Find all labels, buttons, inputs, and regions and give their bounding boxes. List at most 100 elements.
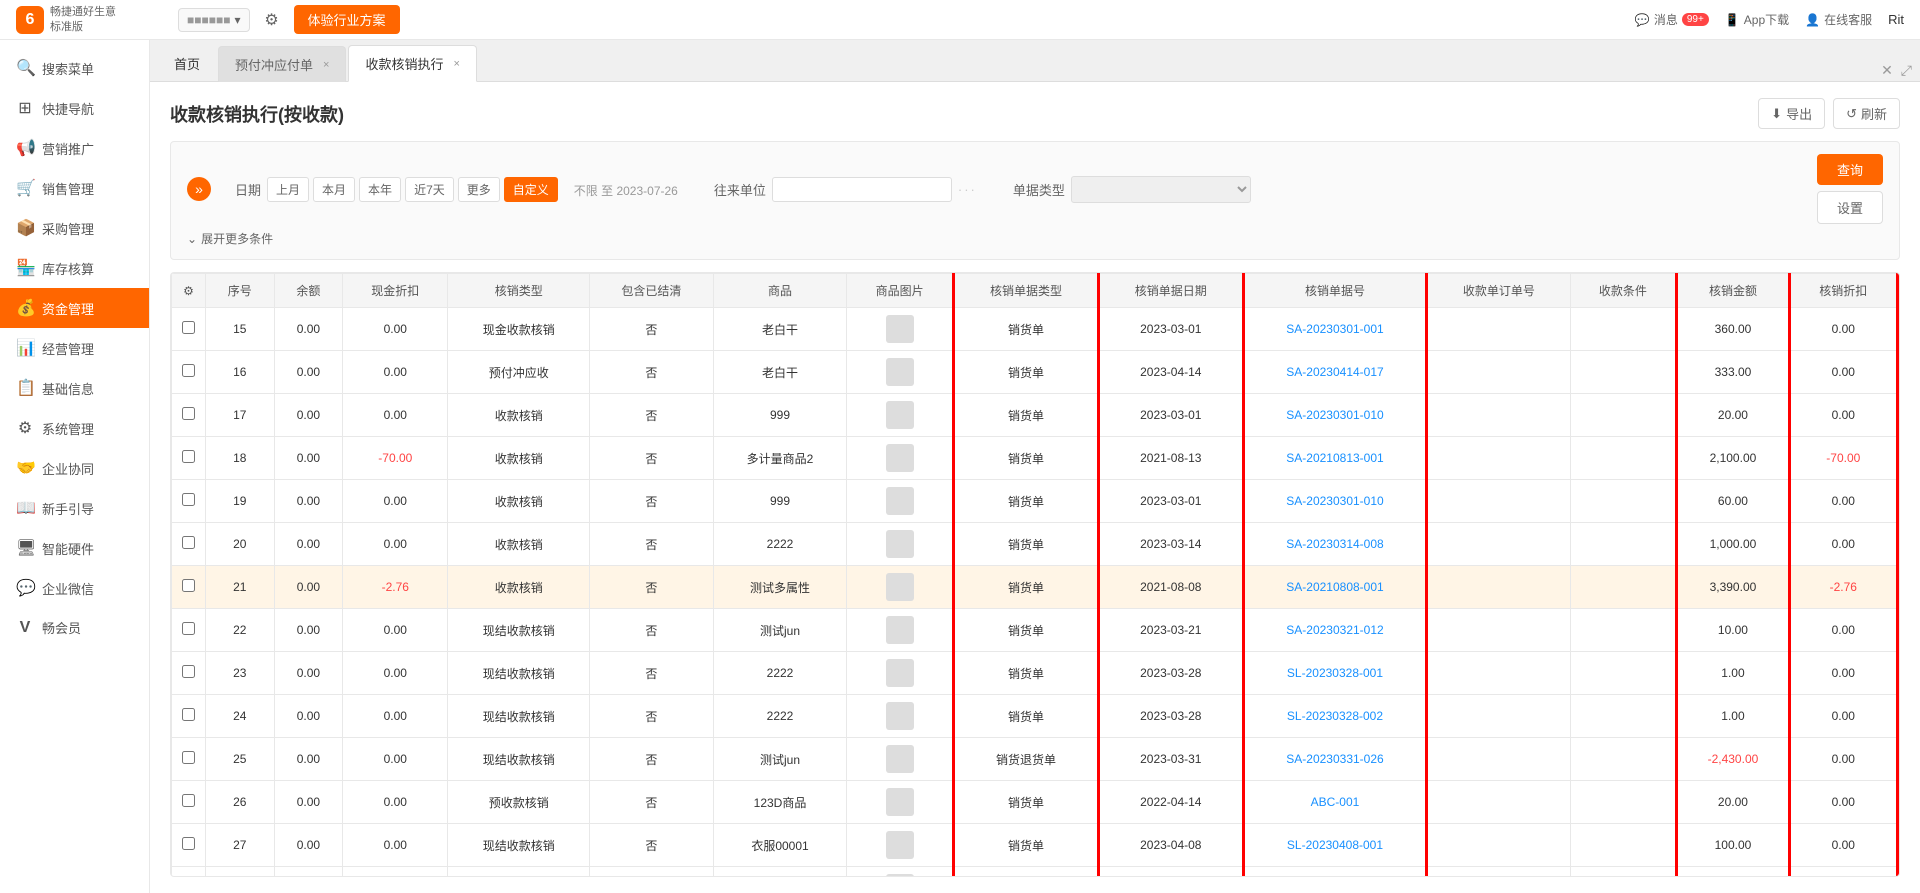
td-checkbox[interactable]	[172, 394, 206, 437]
table-wrapper[interactable]: ⚙ 序号 余额 现金折扣 核销类型 包含已结清 商品 商品图片 核销单据类型 核…	[170, 272, 1900, 877]
td-amount-discount: 0.00	[1789, 609, 1897, 652]
td-condition	[1570, 437, 1677, 480]
td-checkbox[interactable]	[172, 437, 206, 480]
tab-prepay[interactable]: 预付冲应付单 ×	[218, 46, 346, 82]
td-included: 否	[590, 394, 713, 437]
sidebar-item-inventory[interactable]: 🏪 库存核算	[0, 248, 149, 288]
table-row: 24 0.00 0.00 现结收款核销 否 2222 销货单 2023-03-2…	[172, 695, 1898, 738]
sidebar-item-search[interactable]: 🔍 搜索菜单	[0, 48, 149, 88]
td-product: 2222	[713, 523, 847, 566]
td-condition	[1570, 867, 1677, 878]
td-bill-date: 2021-08-13	[1098, 437, 1243, 480]
sidebar-label-basic: 基础信息	[42, 379, 94, 398]
sidebar-item-operations[interactable]: 📊 经营管理	[0, 328, 149, 368]
custom-date-btn[interactable]: 自定义	[504, 177, 558, 202]
td-order-no	[1427, 652, 1570, 695]
td-bill-type: 销货单	[954, 351, 1099, 394]
date-label: 日期	[235, 180, 261, 199]
td-checkbox[interactable]	[172, 652, 206, 695]
td-checkbox[interactable]	[172, 738, 206, 781]
td-discount: -70.00	[343, 437, 448, 480]
settings-button[interactable]: 设置	[1817, 191, 1883, 224]
td-bill-no: SA-20230321-012	[1243, 609, 1427, 652]
td-bill-no: SA-20230301-010	[1243, 394, 1427, 437]
sidebar-item-system[interactable]: ⚙ 系统管理	[0, 408, 149, 448]
tab-receipt-close[interactable]: ×	[453, 58, 459, 70]
more-date-btn[interactable]: 更多	[458, 177, 500, 202]
expand-icon[interactable]: ⤢	[1901, 62, 1912, 79]
sidebar-item-hardware[interactable]: 🖥 智能硬件	[0, 528, 149, 568]
this-month-btn[interactable]: 本月	[313, 177, 355, 202]
expand-more-btn[interactable]: ⌄ 展开更多条件	[187, 230, 1883, 247]
export-button[interactable]: ⬇ 导出	[1758, 98, 1825, 129]
th-seq: 序号	[206, 274, 275, 308]
td-bill-type: 销货单	[954, 652, 1099, 695]
last-7days-btn[interactable]: 近7天	[405, 177, 454, 202]
sidebar-item-finance[interactable]: 💰 资金管理	[0, 288, 149, 328]
td-order-no	[1427, 308, 1570, 351]
sidebar-item-basic[interactable]: 📋 基础信息	[0, 368, 149, 408]
last-month-btn[interactable]: 上月	[267, 177, 309, 202]
td-product-img	[847, 480, 954, 523]
online-service-button[interactable]: 👤 在线客服	[1805, 11, 1872, 28]
tab-receipt[interactable]: 收款核销执行 ×	[348, 45, 476, 82]
this-year-btn[interactable]: 本年	[359, 177, 401, 202]
td-condition	[1570, 308, 1677, 351]
sidebar-item-collab[interactable]: 🤝 企业协同	[0, 448, 149, 488]
filter-bill-type: 单据类型	[1013, 176, 1251, 203]
message-button[interactable]: 💬 消息 99+	[1635, 11, 1709, 28]
td-balance: 0.00	[274, 566, 343, 609]
th-bill-date: 核销单据日期	[1098, 274, 1243, 308]
td-amount: 100.00	[1677, 824, 1789, 867]
td-checkbox[interactable]	[172, 480, 206, 523]
td-amount-discount: 0.00	[1789, 523, 1897, 566]
td-checkbox[interactable]	[172, 695, 206, 738]
query-button[interactable]: 查询	[1817, 154, 1883, 185]
tab-prepay-close[interactable]: ×	[323, 59, 329, 71]
td-checkbox[interactable]	[172, 609, 206, 652]
industry-button[interactable]: 体验行业方案	[294, 5, 400, 34]
td-discount: 0.00	[343, 867, 448, 878]
sidebar-item-wechat[interactable]: 💬 企业微信	[0, 568, 149, 608]
filter-toggle[interactable]: »	[187, 177, 211, 201]
td-bill-type: 销货退货单	[954, 738, 1099, 781]
sidebar-item-guide[interactable]: 📖 新手引导	[0, 488, 149, 528]
td-amount-discount: 0.00	[1789, 867, 1897, 878]
td-checkbox[interactable]	[172, 566, 206, 609]
company-selector[interactable]: ■■■■■■ ▾	[178, 8, 250, 32]
counterpart-input[interactable]	[772, 177, 952, 202]
message-badge: 99+	[1682, 13, 1709, 26]
app-download-button[interactable]: 📱 App下载	[1725, 11, 1789, 28]
sidebar-item-navigation[interactable]: ⊞ 快捷导航	[0, 88, 149, 128]
td-order-no	[1427, 738, 1570, 781]
td-type: 现结收款核销	[448, 652, 590, 695]
td-checkbox[interactable]	[172, 523, 206, 566]
sidebar-item-sales[interactable]: 🛒 销售管理	[0, 168, 149, 208]
td-checkbox[interactable]	[172, 308, 206, 351]
td-checkbox[interactable]	[172, 351, 206, 394]
td-bill-date: 2023-03-28	[1098, 695, 1243, 738]
td-discount: 0.00	[343, 394, 448, 437]
td-bill-no: SL-20230328-002	[1243, 695, 1427, 738]
filter-right-actions: 查询 设置	[1817, 154, 1883, 224]
bill-type-select[interactable]	[1071, 176, 1251, 203]
td-bill-no: SA-20230301-001	[1243, 308, 1427, 351]
settings-icon[interactable]: ⚙	[258, 6, 286, 34]
td-amount-discount: 0.00	[1789, 351, 1897, 394]
system-icon: ⚙	[16, 418, 34, 438]
td-checkbox[interactable]	[172, 824, 206, 867]
close-window-icon[interactable]: ✕	[1881, 62, 1893, 79]
td-included: 否	[590, 437, 713, 480]
td-checkbox[interactable]	[172, 867, 206, 878]
sidebar-label-inventory: 库存核算	[42, 259, 94, 278]
th-settings[interactable]: ⚙	[172, 274, 206, 308]
sidebar-label-system: 系统管理	[42, 419, 94, 438]
td-checkbox[interactable]	[172, 781, 206, 824]
sidebar-item-member[interactable]: V 畅会员	[0, 608, 149, 647]
td-condition	[1570, 394, 1677, 437]
tab-home[interactable]: 首页	[158, 46, 216, 81]
refresh-button[interactable]: ↺ 刷新	[1833, 98, 1900, 129]
sidebar-item-purchase[interactable]: 📦 采购管理	[0, 208, 149, 248]
sidebar-item-marketing[interactable]: 📢 营销推广	[0, 128, 149, 168]
td-type: 现结收款核销	[448, 867, 590, 878]
